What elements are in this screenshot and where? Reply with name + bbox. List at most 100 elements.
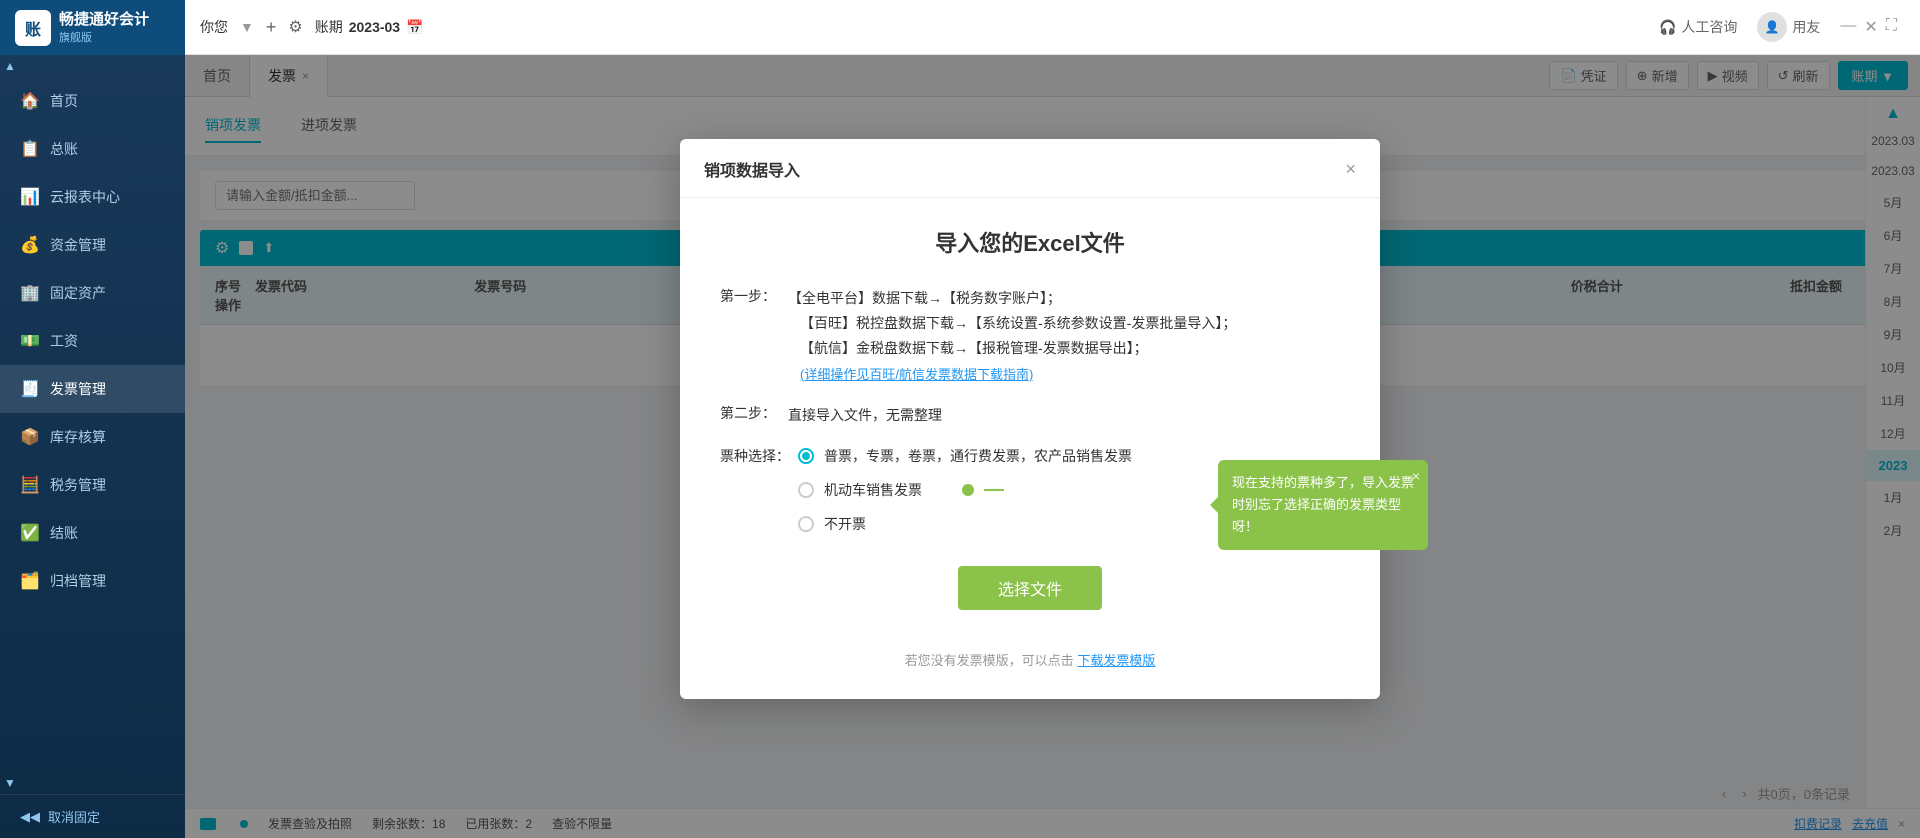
step1-row: 第一步： 【全电平台】数据下载→【税务数字账户】； 【百旺】税控盘数据下载→【系… xyxy=(720,286,1340,387)
sidebar-logo: 账 畅捷通好会计 旗舰版 xyxy=(0,0,185,55)
settings-icon[interactable]: ⚙ xyxy=(288,17,302,37)
step1-content: 【全电平台】数据下载→【税务数字账户】； 【百旺】税控盘数据下载→【系统设置-系… xyxy=(788,286,1236,387)
sidebar-item-fund-mgmt[interactable]: 💰 资金管理 xyxy=(0,221,185,269)
pin-icon: ◀◀ xyxy=(20,809,40,825)
sidebar-item-tax-mgmt[interactable]: 🧮 税务管理 xyxy=(0,461,185,509)
step1-label: 第一步： xyxy=(720,286,780,387)
window-maximize-button[interactable]: ⛶ xyxy=(1886,17,1897,37)
invoice-icon: 🧾 xyxy=(20,379,40,399)
sidebar-menu: 🏠 首页 📋 总账 📊 云报表中心 💰 资金管理 🏢 固定资产 💵 工资 🧾 发… xyxy=(0,77,185,772)
sidebar-item-general-ledger[interactable]: 📋 总账 xyxy=(0,125,185,173)
tooltip-connector-dot xyxy=(962,484,974,496)
inventory-icon: 📦 xyxy=(20,427,40,447)
user-menu[interactable]: 👤 用友 xyxy=(1757,12,1820,42)
modal-footer: 选择文件 xyxy=(720,566,1340,630)
sidebar-item-label: 发票管理 xyxy=(50,379,106,399)
radio-no-ticket: 不开票 xyxy=(798,514,1132,534)
app-title: 畅捷通好会计 xyxy=(59,11,149,29)
logo-icon: 账 xyxy=(15,10,51,46)
period-label: 账期 xyxy=(315,17,343,37)
radio-no-ticket-input[interactable] xyxy=(798,516,814,532)
consult-button[interactable]: 🎧 人工咨询 xyxy=(1659,17,1737,37)
cloud-report-icon: 📊 xyxy=(20,187,40,207)
sidebar-item-label: 资金管理 xyxy=(50,235,106,255)
download-template-link[interactable]: 下载发票模版 xyxy=(1077,653,1155,668)
sidebar-item-label: 税务管理 xyxy=(50,475,106,495)
sidebar-item-fixed-assets[interactable]: 🏢 固定资产 xyxy=(0,269,185,317)
period-display: 账期 2023-03 📅 xyxy=(315,17,424,37)
import-modal: 销项数据导入 × 导入您的Excel文件 第一步： 【全电平台】数据下载→【税务… xyxy=(680,139,1380,699)
sidebar: 账 畅捷通好会计 旗舰版 ▲ 🏠 首页 📋 总账 📊 云报表中心 💰 资金管理 … xyxy=(0,0,185,838)
sidebar-item-label: 库存核算 xyxy=(50,427,106,447)
step2-content: 直接导入文件，无需整理 xyxy=(788,403,942,428)
sidebar-item-home[interactable]: 🏠 首页 xyxy=(0,77,185,125)
select-file-button[interactable]: 选择文件 xyxy=(958,566,1102,610)
ticket-selection: 票种选择： 普票，专票，卷票，通行费发票，农产品销售发票 机动车销售发票 xyxy=(720,446,1340,548)
consult-label: 人工咨询 xyxy=(1681,17,1737,37)
checkout-icon: ✅ xyxy=(20,523,40,543)
window-controls: — ✕ ⛶ xyxy=(1840,17,1905,37)
step1-line1: 【全电平台】数据下载→【税务数字账户】； xyxy=(788,290,1061,306)
window-close-button[interactable]: ✕ xyxy=(1864,17,1877,37)
download-guide-link[interactable]: (详细操作见百旺/航信发票数据下载指南) xyxy=(800,367,1033,382)
account-name[interactable]: 你您 xyxy=(200,17,228,37)
ticket-label-row: 票种选择： 普票，专票，卷票，通行费发票，农产品销售发票 机动车销售发票 xyxy=(720,446,1340,548)
download-hint-text: 若您没有发票模版，可以点击 xyxy=(905,653,1074,668)
radio-common: 普票，专票，卷票，通行费发票，农产品销售发票 xyxy=(798,446,1132,466)
sidebar-item-payroll[interactable]: 💵 工资 xyxy=(0,317,185,365)
assets-icon: 🏢 xyxy=(20,283,40,303)
sidebar-item-cloud-report[interactable]: 📊 云报表中心 xyxy=(0,173,185,221)
add-button[interactable]: + xyxy=(266,17,277,38)
sidebar-item-label: 固定资产 xyxy=(50,283,106,303)
sidebar-item-label: 结账 xyxy=(50,523,78,543)
step1-line2: 【百旺】税控盘数据下载→【系统设置-系统参数设置-发票批量导入】； xyxy=(800,311,1236,336)
tax-icon: 🧮 xyxy=(20,475,40,495)
logo-text-block: 畅捷通好会计 旗舰版 xyxy=(59,11,149,45)
tooltip-bubble: × 现在支持的票种多了，导入发票时别忘了选择正确的发票类型呀！ xyxy=(1218,460,1428,550)
topbar: 你您 ▼ + ⚙ 账期 2023-03 📅 🎧 人工咨询 👤 用友 — ✕ ⛶ xyxy=(185,0,1920,55)
radio-common-label: 普票，专票，卷票，通行费发票，农产品销售发票 xyxy=(824,446,1132,466)
sidebar-item-label: 工资 xyxy=(50,331,78,351)
user-label: 用友 xyxy=(1792,17,1820,37)
sidebar-cancel-pin[interactable]: ◀◀ 取消固定 xyxy=(0,794,185,838)
step1-line3: 【航信】金税盘数据下载→【报税管理-发票数据导出】； xyxy=(800,336,1236,361)
step2-label: 第二步： xyxy=(720,403,780,428)
tooltip-container: 机动车销售发票 × 现在支持的票种多了，导入发票时别忘了选择正确的发票类型呀！ xyxy=(798,480,1132,500)
modal-close-button[interactable]: × xyxy=(1345,159,1356,180)
sidebar-scroll-down[interactable]: ▼ xyxy=(0,772,20,794)
payroll-icon: 💵 xyxy=(20,331,40,351)
sidebar-item-checkout[interactable]: ✅ 结账 xyxy=(0,509,185,557)
tooltip-close-btn[interactable]: × xyxy=(1412,465,1420,489)
radio-motor-label: 机动车销售发票 xyxy=(824,480,922,500)
radio-common-input[interactable] xyxy=(798,448,814,464)
period-value: 2023-03 xyxy=(349,19,400,35)
period-calendar-icon[interactable]: 📅 xyxy=(406,19,423,36)
tooltip-text: 现在支持的票种多了，导入发票时别忘了选择正确的发票类型呀！ xyxy=(1232,475,1414,534)
radio-motor-input[interactable] xyxy=(798,482,814,498)
sidebar-item-invoice-mgmt[interactable]: 🧾 发票管理 xyxy=(0,365,185,413)
step1-link: (详细操作见百旺/航信发票数据下载指南) xyxy=(800,362,1236,387)
ledger-icon: 📋 xyxy=(20,139,40,159)
step2-row: 第二步： 直接导入文件，无需整理 xyxy=(720,403,1340,428)
ticket-selection-label: 票种选择： xyxy=(720,446,790,466)
download-hint: 若您没有发票模版，可以点击 下载发票模版 xyxy=(720,650,1340,669)
headset-icon: 🎧 xyxy=(1659,19,1676,36)
tooltip-connector-line xyxy=(984,489,1004,491)
home-icon: 🏠 xyxy=(20,91,40,111)
radio-motor: 机动车销售发票 xyxy=(798,480,1132,500)
app-subtitle: 旗舰版 xyxy=(59,29,149,45)
modal-header: 销项数据导入 × xyxy=(680,139,1380,198)
import-title: 导入您的Excel文件 xyxy=(720,226,1340,258)
sidebar-item-label: 归档管理 xyxy=(50,571,106,591)
topbar-right: 🎧 人工咨询 👤 用友 — ✕ ⛶ xyxy=(1659,12,1905,42)
fund-icon: 💰 xyxy=(20,235,40,255)
sidebar-item-archive[interactable]: 🗂️ 归档管理 xyxy=(0,557,185,605)
sidebar-scroll-up[interactable]: ▲ xyxy=(0,55,20,77)
modal-body: 导入您的Excel文件 第一步： 【全电平台】数据下载→【税务数字账户】； 【百… xyxy=(680,198,1380,699)
account-dropdown-icon[interactable]: ▼ xyxy=(240,19,254,35)
ticket-options: 普票，专票，卷票，通行费发票，农产品销售发票 机动车销售发票 xyxy=(798,446,1132,548)
sidebar-item-inventory[interactable]: 📦 库存核算 xyxy=(0,413,185,461)
window-minimize-button[interactable]: — xyxy=(1840,17,1856,37)
avatar: 👤 xyxy=(1757,12,1787,42)
sidebar-item-label: 云报表中心 xyxy=(50,187,120,207)
